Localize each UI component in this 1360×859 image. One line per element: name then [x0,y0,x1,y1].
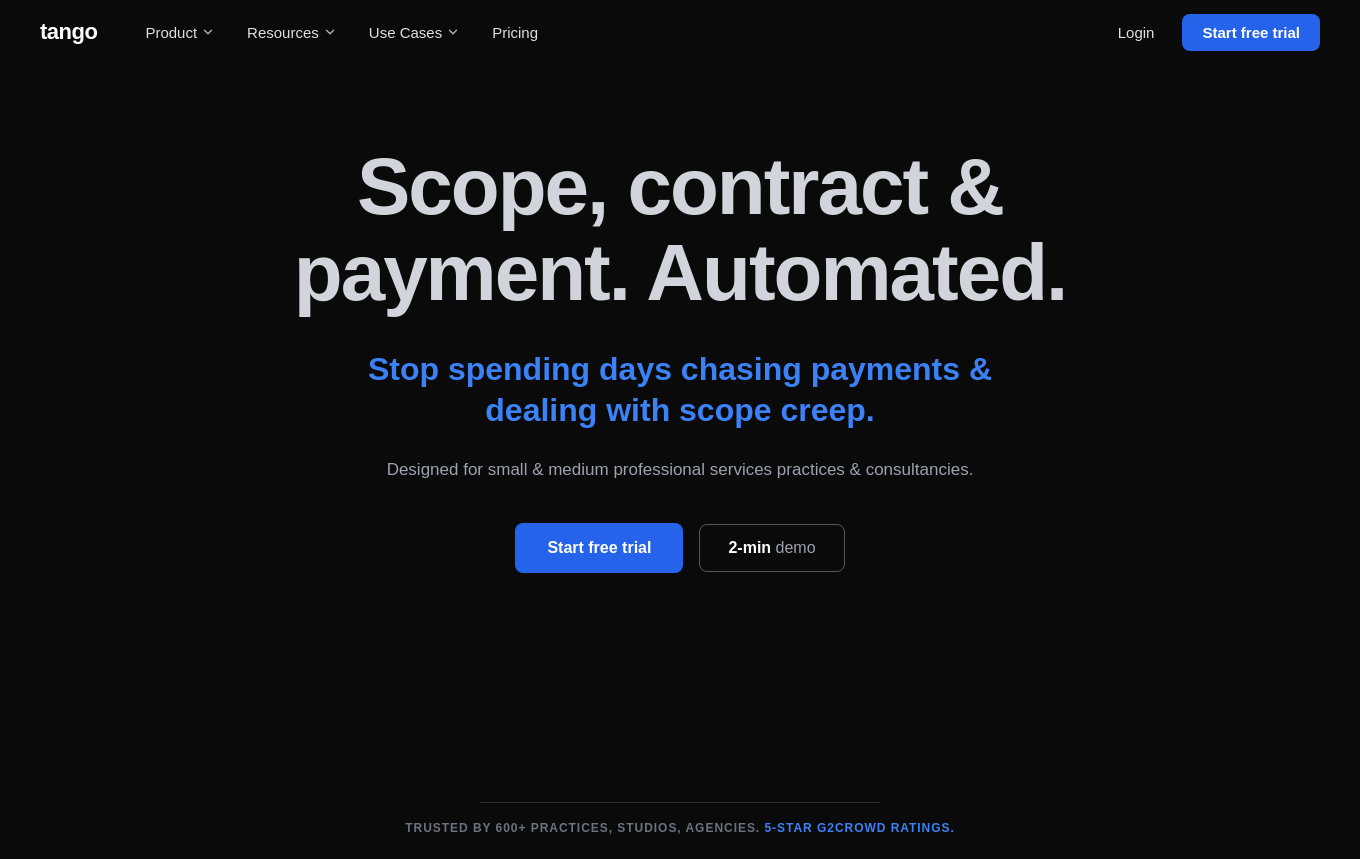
trusted-prefix: TRUSTED BY 600+ PRACTICES, STUDIOS, AGEN… [405,821,760,835]
nav-item-product[interactable]: Product [133,16,227,49]
nav-item-use-cases[interactable]: Use Cases [357,16,472,49]
nav-right: Login Start free trial [1106,14,1320,51]
trusted-bar: TRUSTED BY 600+ PRACTICES, STUDIOS, AGEN… [0,778,1360,859]
hero-description: Designed for small & medium professional… [387,456,974,483]
nav-cta-button[interactable]: Start free trial [1182,14,1320,51]
logo[interactable]: tango [40,19,97,45]
nav-item-resources[interactable]: Resources [235,16,349,49]
trusted-text: TRUSTED BY 600+ PRACTICES, STUDIOS, AGEN… [40,821,1320,835]
chevron-down-icon [323,25,337,39]
hero-section: Scope, contract & payment. Automated. St… [0,64,1360,633]
chevron-down-icon [201,25,215,39]
hero-cta-button[interactable]: Start free trial [515,523,683,573]
nav-links: Product Resources Use Cases [133,16,550,49]
nav-item-pricing[interactable]: Pricing [480,16,550,49]
demo-min-label: 2-min [728,539,771,556]
login-button[interactable]: Login [1106,16,1167,49]
chevron-down-icon [446,25,460,39]
demo-button[interactable]: 2-min demo [699,524,844,572]
navbar: tango Product Resources Use Cases [0,0,1360,64]
main-content: Scope, contract & payment. Automated. St… [0,64,1360,859]
hero-subheadline: Stop spending days chasing payments & de… [330,349,1030,432]
demo-text-label: demo [776,539,816,556]
nav-product-label: Product [145,24,197,41]
trusted-divider [480,802,880,803]
nav-use-cases-label: Use Cases [369,24,442,41]
nav-resources-label: Resources [247,24,319,41]
nav-pricing-label: Pricing [492,24,538,41]
hero-buttons: Start free trial 2-min demo [515,523,844,573]
trusted-suffix: 5-STAR G2CROWD RATINGS. [764,821,954,835]
nav-left: tango Product Resources Use Cases [40,16,550,49]
hero-headline: Scope, contract & payment. Automated. [230,144,1130,317]
